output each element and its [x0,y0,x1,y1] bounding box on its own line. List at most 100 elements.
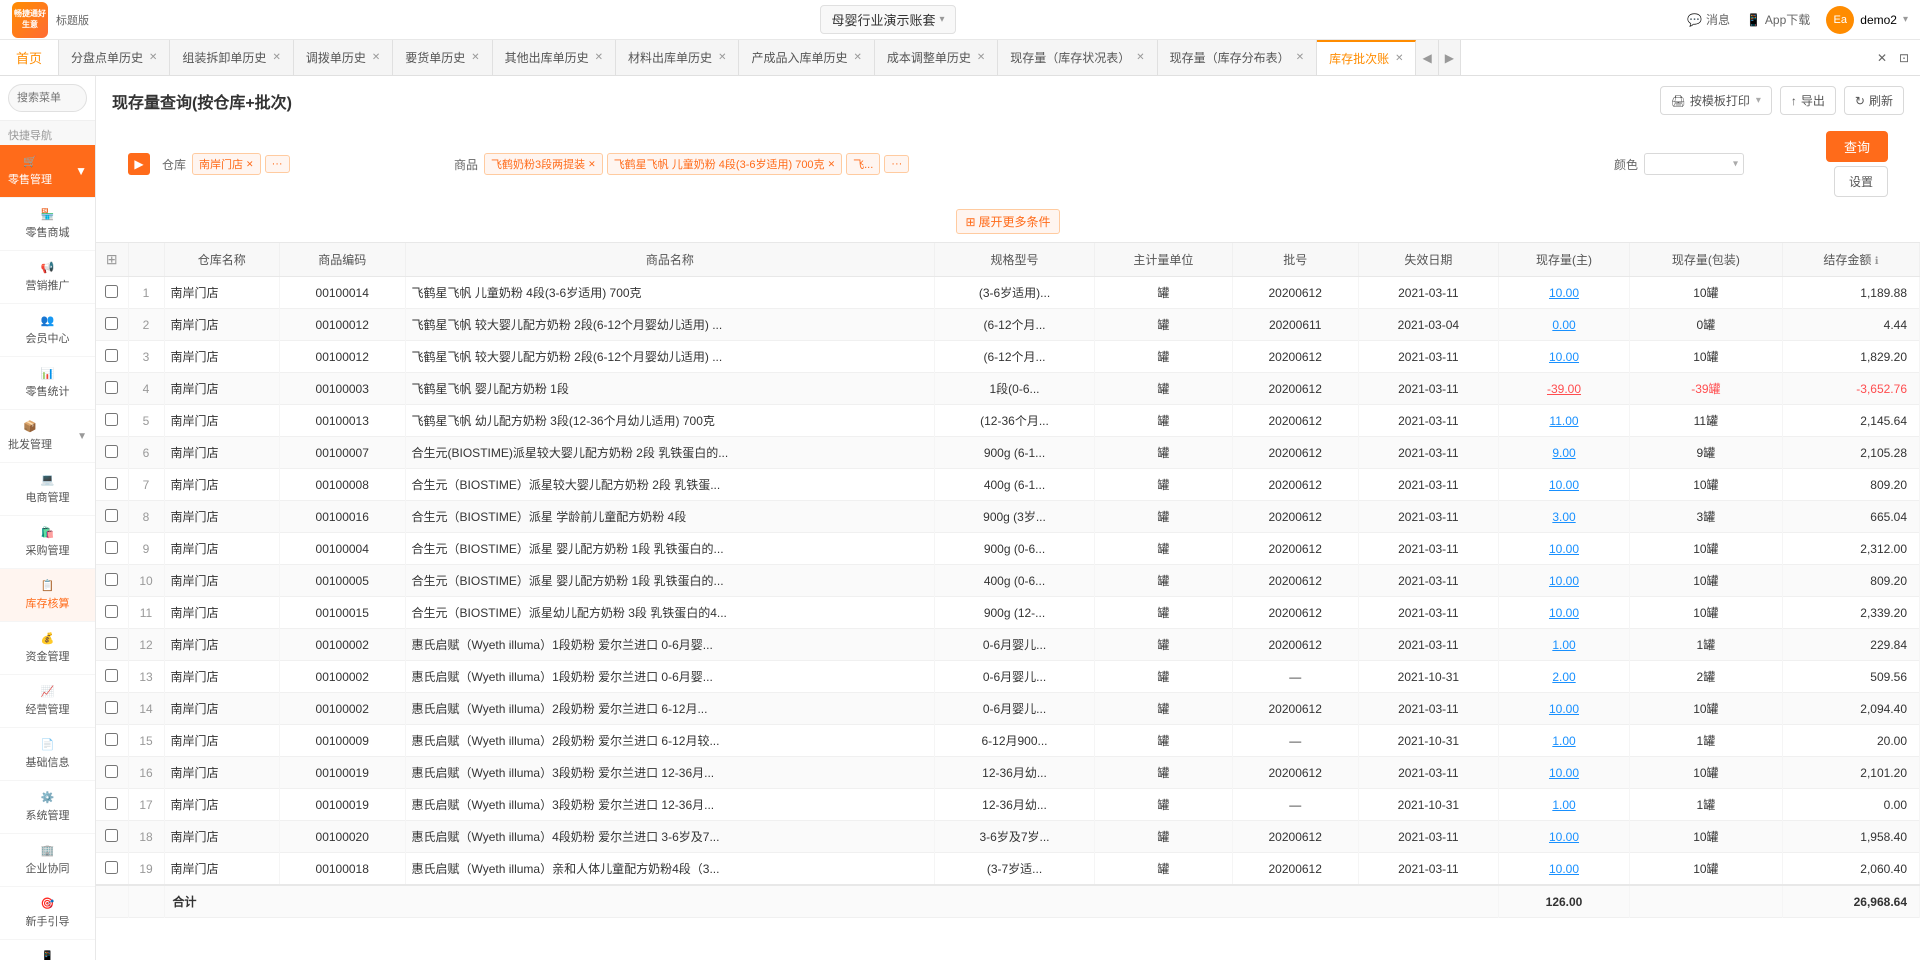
tab-close-fenpan[interactable]: ✕ [149,52,157,63]
org-selector[interactable]: 母婴行业演示账套 ▾ [820,5,955,34]
tab-action-close[interactable]: ✕ [1872,48,1892,68]
tab-kucunpiciccount[interactable]: 库存批次账 ✕ [1317,40,1416,75]
cell-stock-main[interactable]: 1.00 [1499,789,1630,821]
tab-close-xiancunzhuangkuang[interactable]: ✕ [1136,52,1144,63]
cell-stock-main[interactable]: 9.00 [1499,437,1630,469]
th-settings[interactable]: ⊞ [96,243,128,277]
cell-stock-main[interactable]: 10.00 [1499,469,1630,501]
cell-checkbox[interactable] [96,629,128,661]
tab-action-expand[interactable]: ⊡ [1894,48,1914,68]
cell-checkbox[interactable] [96,757,128,789]
tab-close-chengbentiao[interactable]: ✕ [977,52,985,63]
cell-stock-main[interactable]: 10.00 [1499,565,1630,597]
sidebar-item-basic[interactable]: 📄 基础信息 [0,728,95,781]
search-input[interactable] [8,84,87,112]
cell-checkbox[interactable] [96,341,128,373]
org-selector-wrap[interactable]: 母婴行业演示账套 ▾ [820,5,955,34]
sidebar-item-marketing[interactable]: 📢 营销推广 [0,251,95,304]
cell-checkbox[interactable] [96,373,128,405]
settings-col-icon[interactable]: ⊞ [106,251,118,267]
export-btn[interactable]: ↑ 导出 [1780,86,1836,115]
cell-stock-main[interactable]: 10.00 [1499,597,1630,629]
cell-checkbox[interactable] [96,501,128,533]
cell-stock-main[interactable]: 10.00 [1499,341,1630,373]
cell-checkbox[interactable] [96,469,128,501]
sidebar-item-purchase[interactable]: 🛍️ 采购管理 [0,516,95,569]
product-more-btn[interactable]: ··· [884,155,909,173]
product-tag-1-close[interactable]: ✕ [588,159,596,170]
cell-checkbox[interactable] [96,693,128,725]
sidebar-expand-icon[interactable]: ▼ [75,164,87,178]
cell-checkbox[interactable] [96,437,128,469]
cell-checkbox[interactable] [96,277,128,309]
product-tag-2[interactable]: 飞鹤星飞帆 儿童奶粉 4段(3-6岁适用) 700克 ✕ [607,153,842,175]
tab-xiancunzhuangkuang[interactable]: 现存量（库存状况表） ✕ [998,40,1157,75]
warehouse-more-btn[interactable]: ··· [265,155,290,173]
cell-checkbox[interactable] [96,853,128,886]
cell-stock-main[interactable]: 10.00 [1499,533,1630,565]
tab-close-yaohuo[interactable]: ✕ [471,52,479,63]
tab-chengpinru[interactable]: 产成品入库单历史 ✕ [739,40,874,75]
tab-xiancunfenbu[interactable]: 现存量（库存分布表） ✕ [1158,40,1317,75]
tab-close-diaob[interactable]: ✕ [372,52,380,63]
tab-close-chengpinru[interactable]: ✕ [853,52,861,63]
sidebar-item-guide[interactable]: 🎯 新手引导 [0,887,95,940]
tab-close-xiancunfenbu[interactable]: ✕ [1296,52,1304,63]
sidebar-item-enterprise[interactable]: 🏢 企业协同 [0,834,95,887]
tab-fenpan[interactable]: 分盘点单历史 ✕ [59,40,170,75]
user-area[interactable]: Ea demo2 ▾ [1826,6,1908,34]
product-tag-2-close[interactable]: ✕ [828,159,836,170]
tab-diaob[interactable]: 调拨单历史 ✕ [294,40,393,75]
tab-qitachu[interactable]: 其他出库单历史 ✕ [493,40,616,75]
tab-yaohuo[interactable]: 要货单历史 ✕ [393,40,492,75]
product-tag-1[interactable]: 飞鹤奶粉3段两提装 ✕ [484,153,603,175]
filter-expand-arrow-btn[interactable]: ▶ [128,153,150,175]
warehouse-tag-naan[interactable]: 南岸门店 ✕ [192,153,261,175]
table-container[interactable]: ⊞ 仓库名称 商品编码 商品名称 规格型号 主计量单位 批号 失效日期 现存量(… [96,243,1920,960]
cell-stock-main[interactable]: -39.00 [1499,373,1630,405]
settings-btn[interactable]: 设置 [1834,166,1888,197]
cell-stock-main[interactable]: 10.00 [1499,757,1630,789]
sidebar-item-system[interactable]: ⚙️ 系统管理 [0,781,95,834]
sidebar-item-member[interactable]: 👥 会员中心 [0,304,95,357]
cell-checkbox[interactable] [96,821,128,853]
cell-stock-main[interactable]: 10.00 [1499,853,1630,886]
product-tag-3[interactable]: 飞... [846,153,880,175]
cell-stock-main[interactable]: 10.00 [1499,277,1630,309]
cell-stock-main[interactable]: 11.00 [1499,405,1630,437]
cell-checkbox[interactable] [96,405,128,437]
cell-checkbox[interactable] [96,309,128,341]
tab-close-zuzhuang[interactable]: ✕ [272,52,280,63]
color-select[interactable] [1644,153,1744,175]
tab-close-qitachu[interactable]: ✕ [595,52,603,63]
query-btn[interactable]: 查询 [1826,131,1888,162]
tab-chengbentiao[interactable]: 成本调整单历史 ✕ [875,40,998,75]
tab-home[interactable]: 首页 [0,40,59,75]
sidebar-item-zero-retail[interactable]: 🛒 零售管理 ▼ [0,145,95,198]
balance-info-icon[interactable]: ℹ [1875,256,1879,267]
expand-more-btn[interactable]: ⊞ 展开更多条件 [956,209,1059,234]
refresh-btn[interactable]: ↻ 刷新 [1844,86,1904,115]
cell-checkbox[interactable] [96,789,128,821]
cell-stock-main[interactable]: 3.00 [1499,501,1630,533]
cell-checkbox[interactable] [96,725,128,757]
cell-stock-main[interactable]: 10.00 [1499,821,1630,853]
sidebar-item-ecommerce[interactable]: 💻 电商管理 [0,463,95,516]
sidebar-item-operation[interactable]: 📈 经营管理 [0,675,95,728]
cell-checkbox[interactable] [96,597,128,629]
cell-checkbox[interactable] [96,533,128,565]
warehouse-tag-close-icon[interactable]: ✕ [246,159,254,170]
cell-stock-main[interactable]: 1.00 [1499,629,1630,661]
tab-close-kucunpici[interactable]: ✕ [1395,53,1403,64]
app-download-btn[interactable]: 📱 App下载 [1746,11,1810,28]
tab-close-cailiaochu[interactable]: ✕ [718,52,726,63]
sidebar-item-inventory[interactable]: 📋 库存核算 [0,569,95,622]
cell-stock-main[interactable]: 0.00 [1499,309,1630,341]
cell-stock-main[interactable]: 10.00 [1499,693,1630,725]
template-print-btn[interactable]: 🖨 按模板打印 ▾ [1660,86,1772,115]
tab-zuzhuang[interactable]: 组装拆卸单历史 ✕ [170,40,293,75]
sidebar-item-finance[interactable]: 💰 资金管理 [0,622,95,675]
sidebar-item-zero-shop[interactable]: 🏪 零售商城 [0,198,95,251]
message-btn[interactable]: 💬 消息 [1687,11,1730,28]
cell-checkbox[interactable] [96,565,128,597]
